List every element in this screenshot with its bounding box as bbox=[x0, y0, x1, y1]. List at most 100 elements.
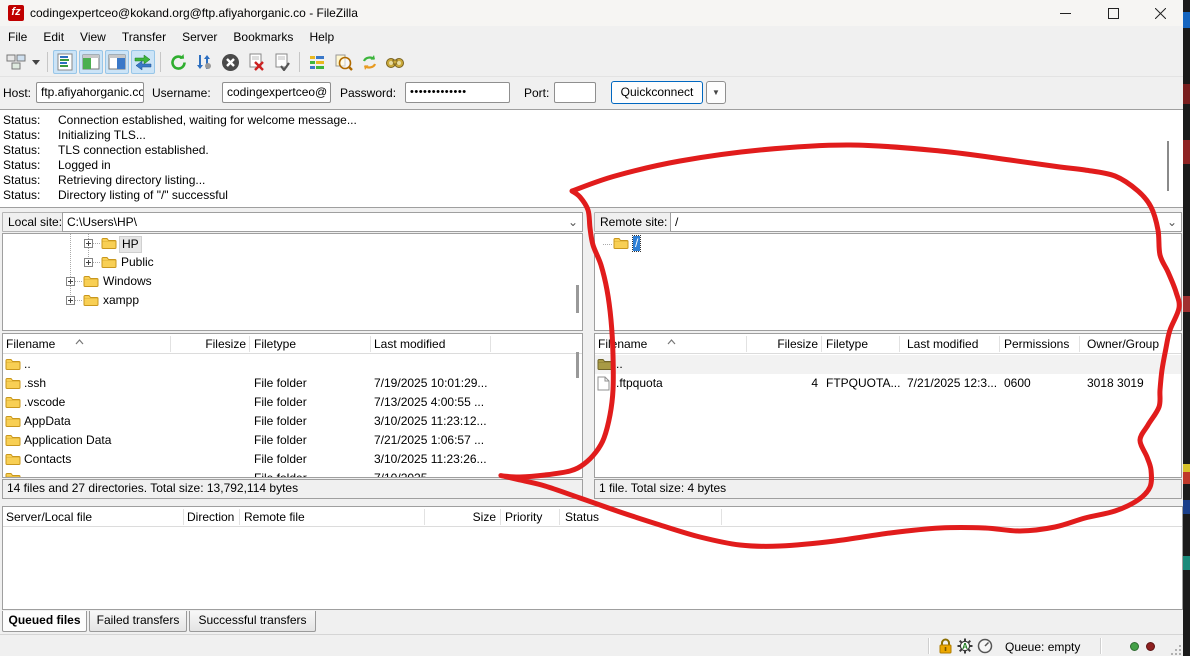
file-row[interactable]: File folder 7/10/2025 ... bbox=[3, 469, 582, 477]
menu-bookmarks[interactable]: Bookmarks bbox=[225, 27, 301, 47]
menu-view[interactable]: View bbox=[72, 27, 114, 47]
tree-expand-button[interactable] bbox=[66, 296, 75, 305]
column-divider[interactable] bbox=[899, 336, 900, 352]
column-divider[interactable] bbox=[500, 509, 501, 525]
cancel-operation-button[interactable] bbox=[218, 50, 242, 74]
password-input[interactable]: ••••••••••••• bbox=[405, 82, 510, 103]
remote-file-list[interactable]: Filename Filesize Filetype Last modified Per… bbox=[594, 333, 1182, 478]
column-header-filetype[interactable]: Filetype bbox=[826, 337, 868, 351]
lock-icon[interactable] bbox=[938, 638, 953, 654]
process-queue-button[interactable] bbox=[192, 50, 216, 74]
column-divider[interactable] bbox=[721, 509, 722, 525]
directory-comparison-button[interactable] bbox=[331, 50, 355, 74]
column-header-permissions[interactable]: Permissions bbox=[1004, 337, 1069, 351]
chevron-down-icon[interactable]: ⌄ bbox=[568, 213, 578, 231]
file-row[interactable]: .. bbox=[595, 355, 1181, 374]
close-button[interactable] bbox=[1143, 0, 1177, 26]
queue-column-status[interactable]: Status bbox=[565, 510, 599, 524]
file-row[interactable]: .. bbox=[3, 355, 582, 374]
port-input[interactable] bbox=[554, 82, 596, 103]
column-divider[interactable] bbox=[559, 509, 560, 525]
tree-item-windows[interactable]: Windows bbox=[101, 274, 154, 289]
queue-column-remote-file[interactable]: Remote file bbox=[244, 510, 305, 524]
column-divider[interactable] bbox=[170, 336, 171, 352]
tab-successful-transfers[interactable]: Successful transfers bbox=[189, 611, 316, 632]
speed-limits-icon[interactable] bbox=[977, 638, 993, 654]
queue-column-size[interactable]: Size bbox=[428, 510, 496, 524]
column-header-filetype[interactable]: Filetype bbox=[254, 337, 296, 351]
column-header-filename[interactable]: Filename bbox=[6, 337, 55, 351]
queue-column-priority[interactable]: Priority bbox=[505, 510, 542, 524]
column-header-last-modified[interactable]: Last modified bbox=[374, 337, 445, 351]
chevron-down-icon[interactable]: ⌄ bbox=[1167, 213, 1177, 231]
column-divider[interactable] bbox=[821, 336, 822, 352]
remote-directory-tree[interactable]: / bbox=[594, 233, 1182, 331]
remote-site-path-combo[interactable]: / ⌄ bbox=[670, 212, 1182, 232]
local-directory-tree[interactable]: HP Public Windows xampp bbox=[2, 233, 583, 331]
menu-edit[interactable]: Edit bbox=[35, 27, 72, 47]
tree-item-hp[interactable]: HP bbox=[119, 236, 142, 253]
tab-queued-files[interactable]: Queued files bbox=[2, 611, 87, 632]
filter-button[interactable] bbox=[305, 50, 329, 74]
toggle-transfer-queue-button[interactable] bbox=[131, 50, 155, 74]
column-divider[interactable] bbox=[424, 509, 425, 525]
menu-help[interactable]: Help bbox=[301, 27, 342, 47]
find-files-button[interactable] bbox=[383, 50, 407, 74]
column-divider[interactable] bbox=[999, 336, 1000, 352]
toggle-remote-tree-button[interactable] bbox=[105, 50, 129, 74]
toggle-message-log-button[interactable] bbox=[53, 50, 77, 74]
settings-gear-icon[interactable]: A bbox=[957, 638, 973, 654]
tab-failed-transfers[interactable]: Failed transfers bbox=[89, 611, 187, 632]
column-header-filesize[interactable]: Filesize bbox=[173, 337, 246, 351]
local-list-scrollbar[interactable] bbox=[576, 352, 579, 378]
toggle-local-tree-button[interactable] bbox=[79, 50, 103, 74]
resize-grip[interactable] bbox=[1169, 643, 1181, 655]
queue-column-direction[interactable]: Direction bbox=[187, 510, 234, 524]
column-divider[interactable] bbox=[183, 509, 184, 525]
tree-item-public[interactable]: Public bbox=[119, 255, 156, 270]
queue-column-server-local-file[interactable]: Server/Local file bbox=[6, 510, 92, 524]
column-header-filename[interactable]: Filename bbox=[598, 337, 647, 351]
username-input[interactable]: codingexpertceo@ bbox=[222, 82, 331, 103]
site-manager-dropdown-caret[interactable] bbox=[29, 50, 43, 74]
column-header-owner-group[interactable]: Owner/Group bbox=[1087, 337, 1159, 351]
menu-transfer[interactable]: Transfer bbox=[114, 27, 174, 47]
disconnect-button[interactable] bbox=[244, 50, 268, 74]
file-row[interactable]: .vscode File folder 7/13/2025 4:00:55 ... bbox=[3, 393, 582, 412]
column-divider[interactable] bbox=[1079, 336, 1080, 352]
synchronized-browsing-button[interactable] bbox=[357, 50, 381, 74]
tree-item-root[interactable]: / bbox=[631, 235, 642, 252]
file-row[interactable]: AppData File folder 3/10/2025 11:23:12... bbox=[3, 412, 582, 431]
menu-file[interactable]: File bbox=[0, 27, 35, 47]
message-log-scrollbar[interactable] bbox=[1163, 111, 1173, 206]
column-divider[interactable] bbox=[370, 336, 371, 352]
quickconnect-dropdown-button[interactable]: ▼ bbox=[706, 81, 726, 104]
local-tree-scrollbar[interactable] bbox=[576, 285, 579, 313]
minimize-button[interactable] bbox=[1048, 0, 1082, 26]
menu-server[interactable]: Server bbox=[174, 27, 225, 47]
quickconnect-button[interactable]: Quickconnect bbox=[611, 81, 703, 104]
refresh-button[interactable] bbox=[166, 50, 190, 74]
tree-expand-button[interactable] bbox=[84, 239, 93, 248]
host-input[interactable]: ftp.afiyahorganic.co bbox=[36, 82, 144, 103]
column-divider[interactable] bbox=[490, 336, 491, 352]
local-site-path-combo[interactable]: C:\Users\HP\ ⌄ bbox=[62, 212, 583, 232]
tree-expand-button[interactable] bbox=[66, 277, 75, 286]
column-divider[interactable] bbox=[1167, 336, 1168, 352]
file-row[interactable]: Contacts File folder 3/10/2025 11:23:26... bbox=[3, 450, 582, 469]
file-row[interactable]: .ssh File folder 7/19/2025 10:01:29... bbox=[3, 374, 582, 393]
column-divider[interactable] bbox=[249, 336, 250, 352]
column-divider[interactable] bbox=[239, 509, 240, 525]
maximize-button[interactable] bbox=[1096, 0, 1130, 26]
transfer-queue[interactable]: Server/Local file Direction Remote file Siz… bbox=[2, 506, 1183, 610]
column-header-filesize[interactable]: Filesize bbox=[749, 337, 818, 351]
file-row[interactable]: .ftpquota 4 FTPQUOTA... 7/21/2025 12:3... 06… bbox=[595, 374, 1181, 393]
local-file-list[interactable]: Filename Filesize Filetype Last modified...… bbox=[2, 333, 583, 478]
site-manager-button[interactable] bbox=[4, 50, 28, 74]
tree-item-xampp[interactable]: xampp bbox=[101, 293, 141, 308]
file-row[interactable]: Application Data File folder 7/21/2025 1:0… bbox=[3, 431, 582, 450]
tree-expand-button[interactable] bbox=[84, 258, 93, 267]
column-divider[interactable] bbox=[746, 336, 747, 352]
column-header-last-modified[interactable]: Last modified bbox=[907, 337, 978, 351]
reconnect-button[interactable] bbox=[270, 50, 294, 74]
